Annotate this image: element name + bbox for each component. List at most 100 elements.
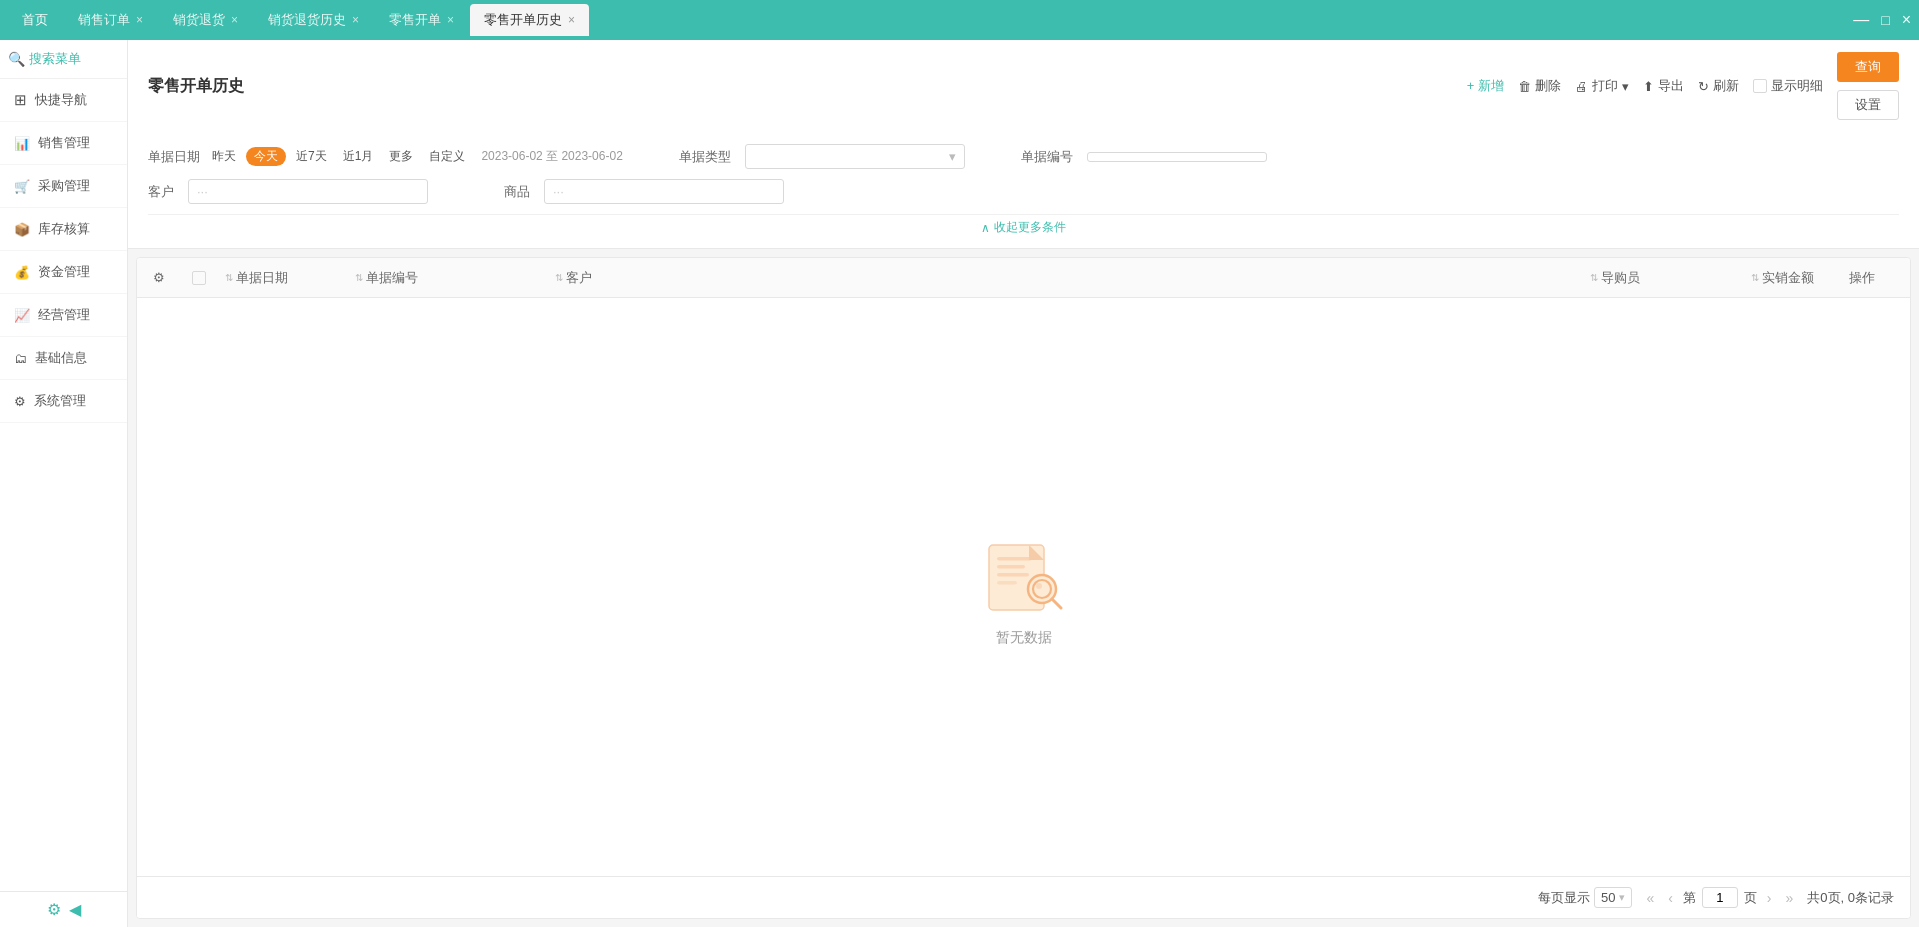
export-button[interactable]: ⬆ 导出 — [1643, 77, 1684, 95]
display-cols-checkbox[interactable]: 显示明细 — [1753, 77, 1823, 95]
print-label: 打印 — [1592, 77, 1618, 95]
bill-no-input[interactable] — [1087, 152, 1267, 162]
bill-type-filter: 单据类型 ▾ — [679, 144, 965, 169]
delete-button[interactable]: 🗑 删除 — [1518, 77, 1561, 95]
add-button[interactable]: + 新增 — [1467, 77, 1504, 95]
sort-customer-icon[interactable]: ⇅ — [555, 272, 563, 283]
svg-rect-4 — [997, 581, 1017, 585]
goods-input[interactable]: ··· — [544, 179, 784, 204]
table-body: 暂无数据 — [137, 298, 1910, 876]
th-date: ⇅ 单据日期 — [217, 269, 347, 287]
query-button[interactable]: 查询 — [1837, 52, 1899, 82]
th-amount: ⇅ 实销金额 — [1702, 269, 1822, 287]
close-retail-order-tab[interactable]: × — [447, 14, 454, 26]
customer-filter: 客户 ··· — [148, 179, 428, 204]
date-filter: 单据日期 昨天 今天 近7天 近1月 更多 自定义 2023-06-02 至 2… — [148, 147, 623, 166]
empty-svg-icon — [974, 527, 1074, 617]
goods-label: 商品 — [504, 183, 530, 201]
sort-salesperson-icon[interactable]: ⇅ — [1590, 272, 1598, 283]
th-salesperson-label: 导购员 — [1601, 269, 1640, 287]
page-unit-label: 页 — [1744, 889, 1757, 907]
nav-tab-retail-history[interactable]: 零售开单历史 × — [470, 4, 589, 36]
collapse-label: 收起更多条件 — [994, 219, 1066, 236]
bill-type-select[interactable]: ▾ — [745, 144, 965, 169]
date-yesterday[interactable]: 昨天 — [206, 147, 242, 166]
page-first-btn[interactable]: « — [1642, 888, 1658, 908]
close-sales-return-tab[interactable]: × — [231, 14, 238, 26]
th-date-label: 单据日期 — [236, 269, 288, 287]
quick-nav-icon: ⊞ — [14, 91, 27, 109]
empty-text: 暂无数据 — [996, 629, 1052, 647]
sort-amount-icon[interactable]: ⇅ — [1751, 272, 1759, 283]
date-today[interactable]: 今天 — [246, 147, 286, 166]
close-sales-order-tab[interactable]: × — [136, 14, 143, 26]
sidebar-item-system-mgmt[interactable]: ⚙ 系统管理 — [0, 380, 127, 423]
top-nav-bar: 首页 销售订单 × 销货退货 × 销货退货历史 × 零售开单 × 零售开单历史 … — [0, 0, 1919, 40]
sidebar-bottom: ⚙ ◀ — [0, 891, 127, 927]
total-records-text: 共0页, 0条记录 — [1807, 889, 1894, 907]
nav-tab-sales-return[interactable]: 销货退货 × — [159, 4, 252, 36]
sidebar-search-inner[interactable]: 🔍 搜索菜单 — [8, 50, 119, 68]
collapse-bar[interactable]: ∧ 收起更多条件 — [148, 214, 1899, 240]
sidebar-item-label-finance-mgmt: 资金管理 — [38, 263, 90, 281]
refresh-button[interactable]: ↻ 刷新 — [1698, 77, 1739, 95]
page-size-box[interactable]: 50 ▾ — [1594, 887, 1632, 908]
th-settings[interactable]: ⚙ — [145, 270, 181, 285]
nav-tab-home[interactable]: 首页 — [8, 4, 62, 36]
date-filter-label: 单据日期 — [148, 148, 200, 166]
settings-button[interactable]: 设置 — [1837, 90, 1899, 120]
basic-info-icon: 🗂 — [14, 351, 27, 366]
date-month[interactable]: 近1月 — [337, 147, 380, 166]
window-max-btn[interactable]: □ — [1881, 12, 1889, 28]
search-icon: 🔍 — [8, 51, 25, 67]
print-button[interactable]: 🖨 打印 ▾ — [1575, 77, 1629, 95]
sidebar-item-basic-info[interactable]: 🗂 基础信息 — [0, 337, 127, 380]
customer-input[interactable]: ··· — [188, 179, 428, 204]
collapse-chevron-icon: ∧ — [981, 221, 990, 235]
sidebar-item-purchase-mgmt[interactable]: 🛒 采购管理 — [0, 165, 127, 208]
page-title-row: 零售开单历史 + 新增 🗑 删除 🖨 打印 ▾ ⬆ 导出 — [148, 52, 1899, 120]
page-next-btn[interactable]: › — [1763, 888, 1776, 908]
page-last-btn[interactable]: » — [1782, 888, 1798, 908]
window-controls: — □ × — [1853, 11, 1911, 29]
sidebar-item-business-mgmt[interactable]: 📈 经营管理 — [0, 294, 127, 337]
sidebar-item-inventory[interactable]: 📦 库存核算 — [0, 208, 127, 251]
filter-row-1: 单据日期 昨天 今天 近7天 近1月 更多 自定义 2023-06-02 至 2… — [148, 144, 1899, 169]
nav-tab-sales-return-history[interactable]: 销货退货历史 × — [254, 4, 373, 36]
sidebar: 🔍 搜索菜单 ⊞ 快捷导航 📊 销售管理 🛒 采购管理 📦 库存核算 � — [0, 40, 128, 927]
date-more[interactable]: 更多 — [383, 147, 419, 166]
sidebar-settings-btn[interactable]: ⚙ — [47, 900, 61, 919]
inventory-icon: 📦 — [14, 222, 30, 237]
close-retail-history-tab[interactable]: × — [568, 14, 575, 26]
sort-billno-icon[interactable]: ⇅ — [355, 272, 363, 283]
th-check[interactable] — [181, 271, 217, 285]
sidebar-item-finance-mgmt[interactable]: 💰 资金管理 — [0, 251, 127, 294]
date-custom[interactable]: 自定义 — [423, 147, 471, 166]
close-sales-return-history-tab[interactable]: × — [352, 14, 359, 26]
window-min-btn[interactable]: — — [1853, 11, 1869, 29]
table-settings-icon[interactable]: ⚙ — [153, 270, 165, 285]
nav-tab-retail-order[interactable]: 零售开单 × — [375, 4, 468, 36]
sort-asc-icon[interactable]: ⇅ — [225, 272, 233, 283]
select-all-checkbox[interactable] — [192, 271, 206, 285]
sidebar-item-sales-mgmt[interactable]: 📊 销售管理 — [0, 122, 127, 165]
sidebar-search-area[interactable]: 🔍 搜索菜单 — [0, 40, 127, 79]
page-prev-btn[interactable]: ‹ — [1664, 888, 1677, 908]
sidebar-item-quick-nav[interactable]: ⊞ 快捷导航 — [0, 79, 127, 122]
page-nav: « ‹ 第 页 › » — [1642, 887, 1797, 908]
filter-row-2: 客户 ··· 商品 ··· — [148, 179, 1899, 204]
display-cols-label: 显示明细 — [1771, 77, 1823, 95]
date-week[interactable]: 近7天 — [290, 147, 333, 166]
toolbar: + 新增 🗑 删除 🖨 打印 ▾ ⬆ 导出 — [1467, 52, 1899, 120]
page-title: 零售开单历史 — [148, 76, 244, 97]
svg-rect-3 — [997, 573, 1029, 577]
window-close-btn[interactable]: × — [1902, 11, 1911, 29]
page-label: 第 — [1683, 889, 1696, 907]
sidebar-menu: ⊞ 快捷导航 📊 销售管理 🛒 采购管理 📦 库存核算 💰 资金管理 📈 — [0, 79, 127, 891]
nav-tab-sales-order[interactable]: 销售订单 × — [64, 4, 157, 36]
sales-mgmt-icon: 📊 — [14, 136, 30, 151]
customer-label: 客户 — [148, 183, 174, 201]
page-num-input[interactable] — [1702, 887, 1738, 908]
delete-label: 删除 — [1535, 77, 1561, 95]
sidebar-collapse-btn[interactable]: ◀ — [69, 900, 81, 919]
